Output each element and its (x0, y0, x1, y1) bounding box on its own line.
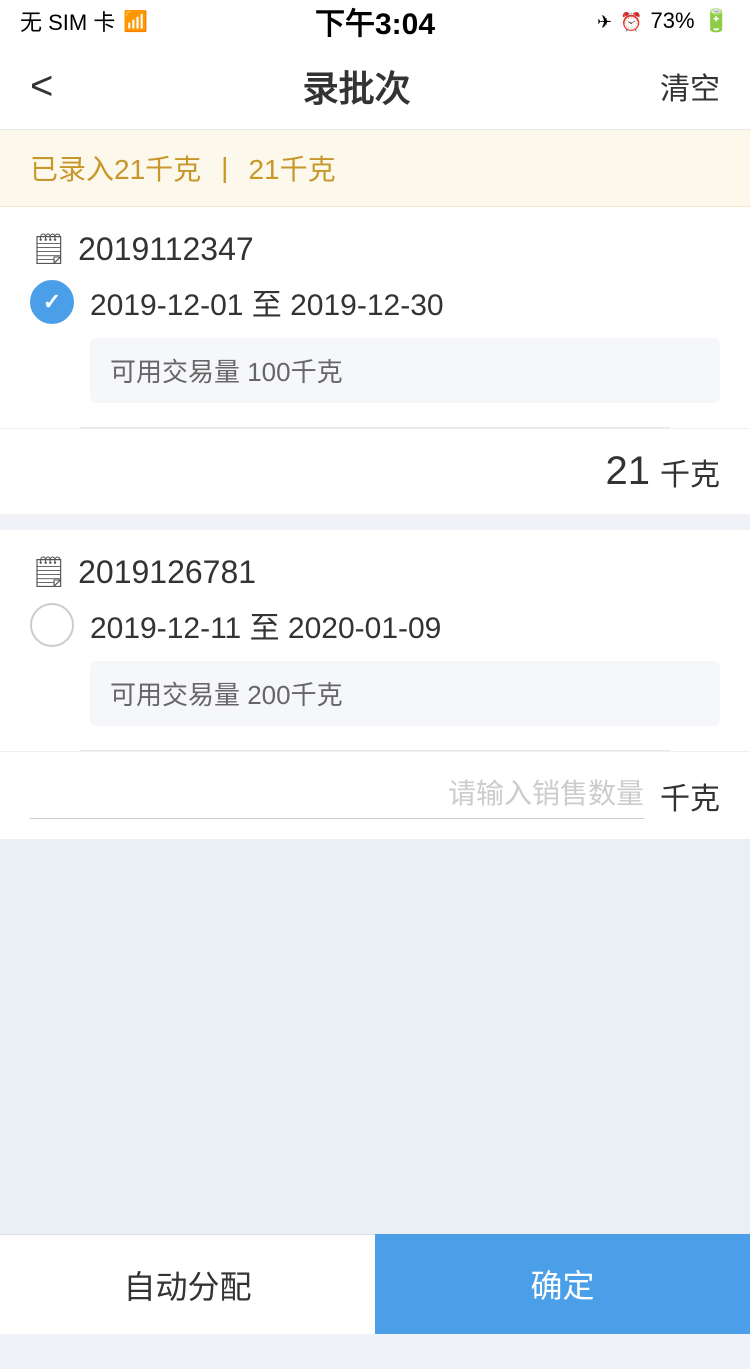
check-circle-2[interactable] (30, 603, 74, 647)
banner-divider: | (221, 152, 228, 184)
batch-item-1: 🗒 2019112347 2019-12-01 至 2019-12-30 可用交… (0, 207, 750, 427)
battery-level: 73% (651, 8, 695, 34)
status-time: 下午3:04 (315, 0, 435, 43)
nav-bar: < 录批次 清空 (0, 42, 750, 130)
total-amount: 21千克 (248, 148, 335, 188)
quantity-unit-1: 千克 (660, 450, 720, 494)
battery-icon: 🔋 (703, 8, 730, 34)
batch-date-row-2: 2019-12-11 至 2020-01-09 (30, 603, 720, 647)
section-separator (0, 514, 750, 530)
page-title: 录批次 (303, 60, 411, 112)
confirm-button[interactable]: 确定 (375, 1234, 750, 1334)
recorded-amount: 已录入21千克 (30, 148, 201, 188)
info-banner: 已录入21千克 | 21千克 (0, 130, 750, 207)
batch-card-1: 🗒 2019112347 2019-12-01 至 2019-12-30 可用交… (0, 207, 750, 514)
batch-item-2: 🗒 2019126781 2019-12-11 至 2020-01-09 可用交… (0, 530, 750, 750)
batch-header-2: 🗒 2019126781 (30, 554, 720, 591)
doc-icon-1: 🗒 (30, 232, 68, 267)
quantity-row-1: 21 千克 (0, 428, 750, 514)
quantity-input-wrapper-2: 请输入销售数量 (30, 772, 644, 819)
quantity-row-2: 请输入销售数量 千克 (0, 751, 750, 839)
location-icon (597, 8, 612, 34)
batch-date-2: 2019-12-11 至 2020-01-09 (90, 603, 441, 647)
batch-card-2: 🗒 2019126781 2019-12-11 至 2020-01-09 可用交… (0, 530, 750, 839)
status-right: 73% 🔋 (597, 8, 730, 34)
auto-distribute-button[interactable]: 自动分配 (0, 1234, 375, 1334)
bottom-bar: 自动分配 确定 (0, 1234, 750, 1334)
batch-date-row-1: 2019-12-01 至 2019-12-30 (30, 280, 720, 324)
batch-available-2: 可用交易量 200千克 (90, 661, 720, 726)
doc-icon-2: 🗒 (30, 555, 68, 590)
quantity-unit-2: 千克 (660, 774, 720, 818)
batch-header-1: 🗒 2019112347 (30, 231, 720, 268)
check-circle-1[interactable] (30, 280, 74, 324)
quantity-placeholder-2: 请输入销售数量 (448, 772, 644, 812)
alarm-icon (620, 8, 642, 34)
batch-date-1: 2019-12-01 至 2019-12-30 (90, 280, 444, 324)
back-button[interactable]: < (30, 66, 53, 106)
status-left: 无 SIM 卡 (20, 5, 148, 37)
quantity-value-1: 21 (606, 449, 651, 494)
status-bar: 无 SIM 卡 下午3:04 73% 🔋 (0, 0, 750, 42)
wifi-icon (123, 8, 148, 34)
sim-label: 无 SIM 卡 (20, 5, 115, 37)
clear-button[interactable]: 清空 (660, 64, 720, 108)
main-content: 🗒 2019112347 2019-12-01 至 2019-12-30 可用交… (0, 207, 750, 1369)
batch-number-2: 2019126781 (78, 554, 256, 591)
batch-available-1: 可用交易量 100千克 (90, 338, 720, 403)
batch-number-1: 2019112347 (78, 231, 254, 268)
empty-area (0, 839, 750, 1269)
